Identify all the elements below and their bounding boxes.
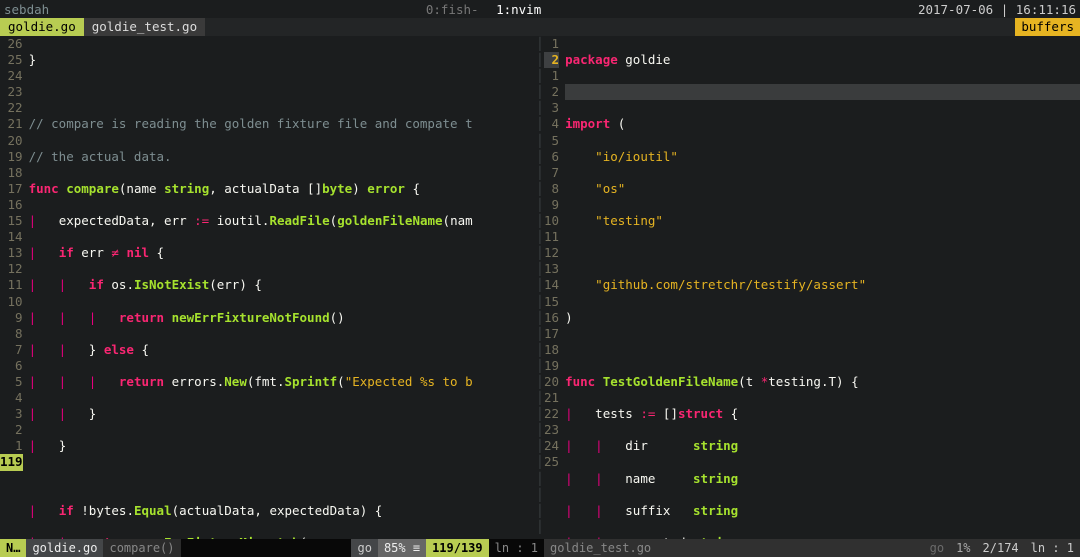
line-position: 119/139: [426, 539, 489, 557]
buffer-tab-bar: goldie.go goldie_test.go buffers: [0, 18, 1080, 36]
mode-indicator: N…: [0, 539, 26, 557]
tmux-status-bar: sebdah 0:fish- 1:nvim 2017-07-06 | 16:11…: [0, 0, 1080, 18]
pane-right[interactable]: 1 2 1 2 3 4 5 6 7 8 91011121314151617181…: [544, 36, 1080, 539]
column-position: ln : 1: [489, 539, 544, 557]
file-name-right: goldie_test.go: [544, 539, 924, 557]
current-function: compare(): [103, 539, 180, 557]
tab-goldie-go[interactable]: goldie.go: [0, 18, 84, 36]
pane-left[interactable]: 26 25 24 23 22 21 20 19 18 17 16 15 14 1…: [0, 36, 536, 539]
column-position-right: ln : 1: [1025, 539, 1080, 557]
tmux-session-name: sebdah: [4, 2, 49, 17]
percent: 85% ≡: [378, 539, 426, 557]
file-name: goldie.go: [26, 539, 103, 557]
statusline-right: goldie_test.go go 1% 2/174 ln : 1: [544, 539, 1080, 557]
status-bars: N… goldie.go compare() go 85% ≡ 119/139 …: [0, 539, 1080, 557]
tmux-windows[interactable]: 0:fish- 1:nvim: [49, 2, 918, 17]
code-left[interactable]: } // compare is reading the golden fixtu…: [29, 36, 536, 539]
filetype-right: go: [924, 539, 950, 557]
gutter-left: 26 25 24 23 22 21 20 19 18 17 16 15 14 1…: [0, 36, 29, 539]
buffers-badge[interactable]: buffers: [1015, 18, 1080, 36]
tmux-datetime: 2017-07-06 | 16:11:16: [918, 2, 1076, 17]
pane-divider[interactable]: │││││││││││││││││││││││││││││││: [536, 36, 544, 539]
statusline-left: N… goldie.go compare() go 85% ≡ 119/139 …: [0, 539, 544, 557]
tab-goldie-test-go[interactable]: goldie_test.go: [84, 18, 205, 36]
tmux-window-0[interactable]: 0:fish-: [426, 2, 479, 17]
code-right[interactable]: package goldie import ( "io/ioutil" "os"…: [565, 36, 1080, 539]
filetype: go: [351, 539, 377, 557]
editor-panes: 26 25 24 23 22 21 20 19 18 17 16 15 14 1…: [0, 36, 1080, 539]
line-position-right: 2/174: [977, 539, 1025, 557]
gutter-right: 1 2 1 2 3 4 5 6 7 8 91011121314151617181…: [544, 36, 565, 539]
percent-right: 1%: [950, 539, 976, 557]
tmux-window-1[interactable]: 1:nvim: [496, 2, 541, 17]
